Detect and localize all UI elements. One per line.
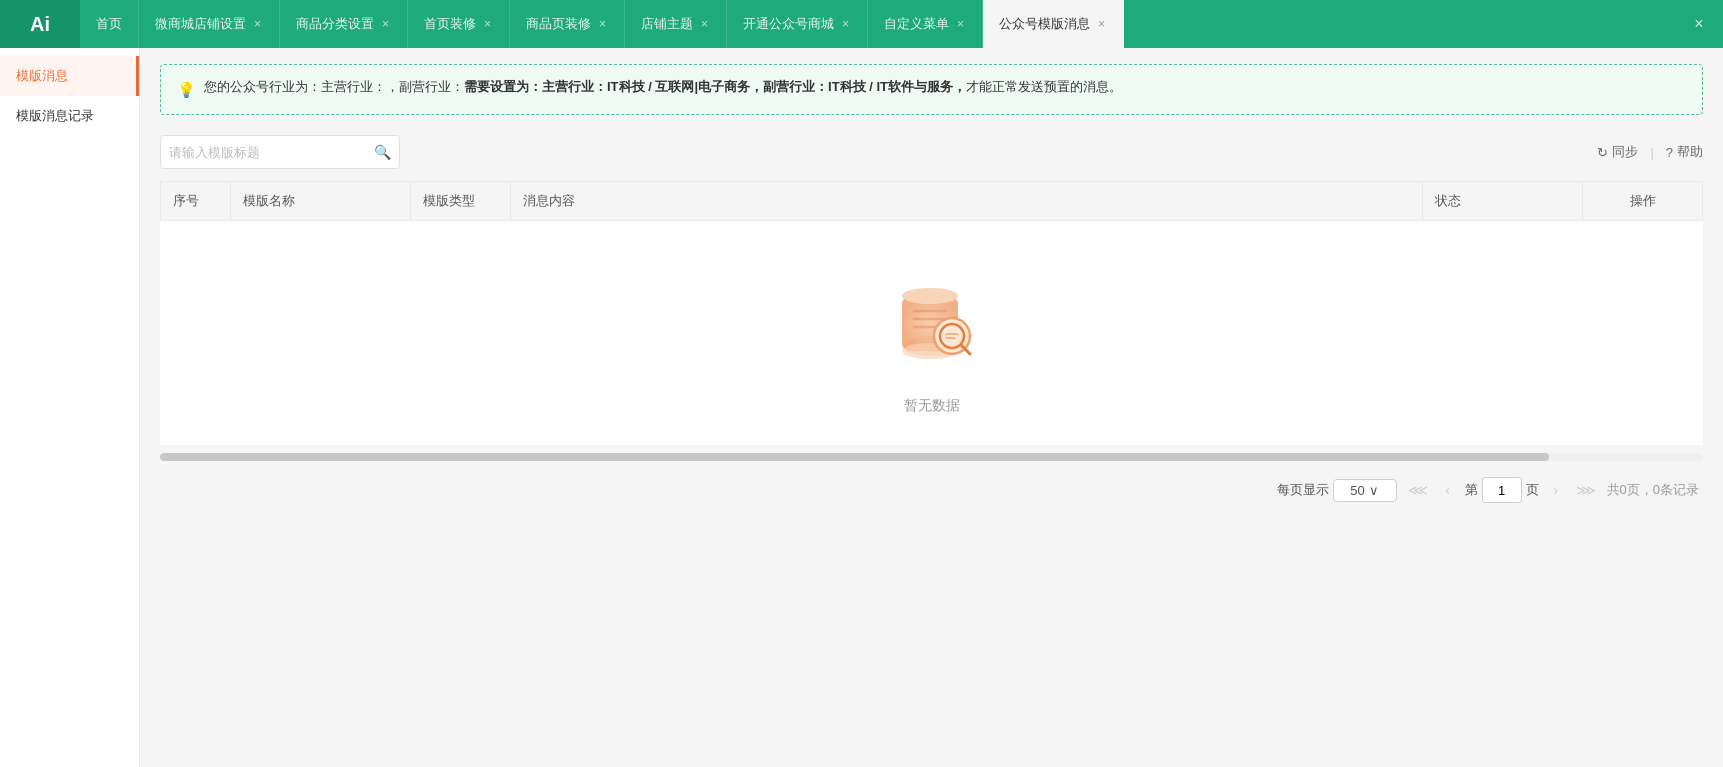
nav-tab-label: 首页装修 <box>424 15 476 33</box>
nav-tabs: 首页微商城店铺设置×商品分类设置×首页装修×商品页装修×店铺主题×开通公众号商城… <box>80 0 1675 48</box>
sync-button[interactable]: ↻ 同步 <box>1597 143 1638 161</box>
toolbar-row: 🔍 ↻ 同步 | ? 帮助 <box>160 135 1703 169</box>
content-area: 💡 您的公众号行业为：主营行业：，副营行业：需要设置为：主营行业：IT科技 / … <box>140 48 1723 767</box>
nav-tab-close[interactable]: × <box>1096 17 1107 31</box>
logo-text: Ai <box>30 13 50 36</box>
help-button[interactable]: ? 帮助 <box>1666 143 1703 161</box>
table-head: 序号模版名称模版类型消息内容状态操作 <box>161 182 1703 221</box>
page-size-select: 每页显示 50 ∨ <box>1277 479 1397 502</box>
nav-tab-micro-store[interactable]: 微商城店铺设置 × <box>139 0 280 48</box>
notice-text-before: 您的公众号行业为：主营行业：，副营行业： <box>204 79 464 94</box>
table-col-action: 操作 <box>1583 182 1703 221</box>
sidebar: 模版消息模版消息记录 <box>0 48 140 767</box>
notice-icon: 💡 <box>177 78 196 102</box>
scrollbar-thumb <box>160 453 1549 461</box>
nav-tab-label: 微商城店铺设置 <box>155 15 246 33</box>
top-nav: Ai 首页微商城店铺设置×商品分类设置×首页装修×商品页装修×店铺主题×开通公众… <box>0 0 1723 48</box>
table-col-name: 模版名称 <box>231 182 411 221</box>
empty-illustration <box>872 261 992 381</box>
page-size-dropdown[interactable]: 50 ∨ <box>1333 479 1397 502</box>
nav-tab-home[interactable]: 首页 <box>80 0 139 48</box>
nav-tab-homepage-decor[interactable]: 首页装修 × <box>408 0 510 48</box>
search-icon[interactable]: 🔍 <box>374 144 391 160</box>
sidebar-item-template-record[interactable]: 模版消息记录 <box>0 96 139 136</box>
horizontal-scrollbar[interactable] <box>160 453 1703 461</box>
nav-tab-template-msg[interactable]: 公众号模版消息 × <box>983 0 1124 48</box>
table-col-type: 模版类型 <box>411 182 511 221</box>
app-logo: Ai <box>0 0 80 48</box>
table-col-content: 消息内容 <box>511 182 1423 221</box>
page-nav: ⋘ ‹ 第 页 › ⋙ <box>1405 477 1599 503</box>
data-table: 序号模版名称模版类型消息内容状态操作 <box>160 181 1703 445</box>
notice-text-after: 才能正常发送预置的消息。 <box>966 79 1122 94</box>
table-col-seq: 序号 <box>161 182 231 221</box>
sync-icon: ↻ <box>1597 145 1608 160</box>
empty-text: 暂无数据 <box>904 397 960 415</box>
nav-tab-label: 公众号模版消息 <box>999 15 1090 33</box>
nav-tab-close[interactable]: × <box>699 17 710 31</box>
prev-page-button[interactable]: ‹ <box>1435 477 1461 503</box>
page-prefix: 第 <box>1465 481 1478 499</box>
svg-point-2 <box>902 288 958 304</box>
nav-tab-open-mall[interactable]: 开通公众号商城 × <box>727 0 868 48</box>
next-page-button[interactable]: › <box>1543 477 1569 503</box>
search-box: 🔍 <box>160 135 400 169</box>
nav-tab-label: 商品页装修 <box>526 15 591 33</box>
page-number-input[interactable] <box>1482 477 1522 503</box>
page-total: 共0页，0条记录 <box>1607 481 1699 499</box>
chevron-down-icon: ∨ <box>1369 483 1379 498</box>
table-header-row: 序号模版名称模版类型消息内容状态操作 <box>161 182 1703 221</box>
nav-tab-close[interactable]: × <box>380 17 391 31</box>
page-unit: 页 <box>1526 481 1539 499</box>
pagination-row: 每页显示 50 ∨ ⋘ ‹ 第 页 › ⋙ 共0页，0条记录 <box>160 469 1703 511</box>
nav-tab-label: 开通公众号商城 <box>743 15 834 33</box>
nav-tab-label: 首页 <box>96 15 122 33</box>
nav-tab-close[interactable]: × <box>840 17 851 31</box>
sync-label: 同步 <box>1612 143 1638 161</box>
nav-tab-close[interactable]: × <box>955 17 966 31</box>
notice-highlight: 需要设置为：主营行业：IT科技 / 互联网|电子商务，副营行业：IT科技 / I… <box>464 79 966 94</box>
empty-state-row: 暂无数据 <box>161 221 1703 446</box>
toolbar-right: ↻ 同步 | ? 帮助 <box>1597 143 1703 161</box>
last-page-button[interactable]: ⋙ <box>1573 477 1599 503</box>
nav-tab-label: 店铺主题 <box>641 15 693 33</box>
nav-tab-label: 商品分类设置 <box>296 15 374 33</box>
table-col-status: 状态 <box>1423 182 1583 221</box>
nav-tab-product-category[interactable]: 商品分类设置 × <box>280 0 408 48</box>
first-page-button[interactable]: ⋘ <box>1405 477 1431 503</box>
nav-tab-close[interactable]: × <box>252 17 263 31</box>
nav-tab-label: 自定义菜单 <box>884 15 949 33</box>
notice-bar: 💡 您的公众号行业为：主营行业：，副营行业：需要设置为：主营行业：IT科技 / … <box>160 64 1703 115</box>
empty-state: 暂无数据 <box>161 221 1703 445</box>
nav-tab-custom-menu[interactable]: 自定义菜单 × <box>868 0 983 48</box>
page-size-label: 每页显示 <box>1277 481 1329 499</box>
help-icon: ? <box>1666 145 1673 160</box>
toolbar-divider: | <box>1650 145 1653 160</box>
global-close-button[interactable]: × <box>1675 0 1723 48</box>
help-label: 帮助 <box>1677 143 1703 161</box>
nav-tab-store-theme[interactable]: 店铺主题 × <box>625 0 727 48</box>
main-layout: 模版消息模版消息记录 💡 您的公众号行业为：主营行业：，副营行业：需要设置为：主… <box>0 48 1723 767</box>
nav-tab-product-page[interactable]: 商品页装修 × <box>510 0 625 48</box>
table-body: 暂无数据 <box>161 221 1703 446</box>
search-input[interactable] <box>169 145 374 160</box>
nav-tab-close[interactable]: × <box>597 17 608 31</box>
sidebar-item-template-msg[interactable]: 模版消息 <box>0 56 139 96</box>
page-size-value: 50 <box>1350 483 1364 498</box>
nav-tab-close[interactable]: × <box>482 17 493 31</box>
notice-text: 您的公众号行业为：主营行业：，副营行业：需要设置为：主营行业：IT科技 / 互联… <box>204 77 1686 98</box>
